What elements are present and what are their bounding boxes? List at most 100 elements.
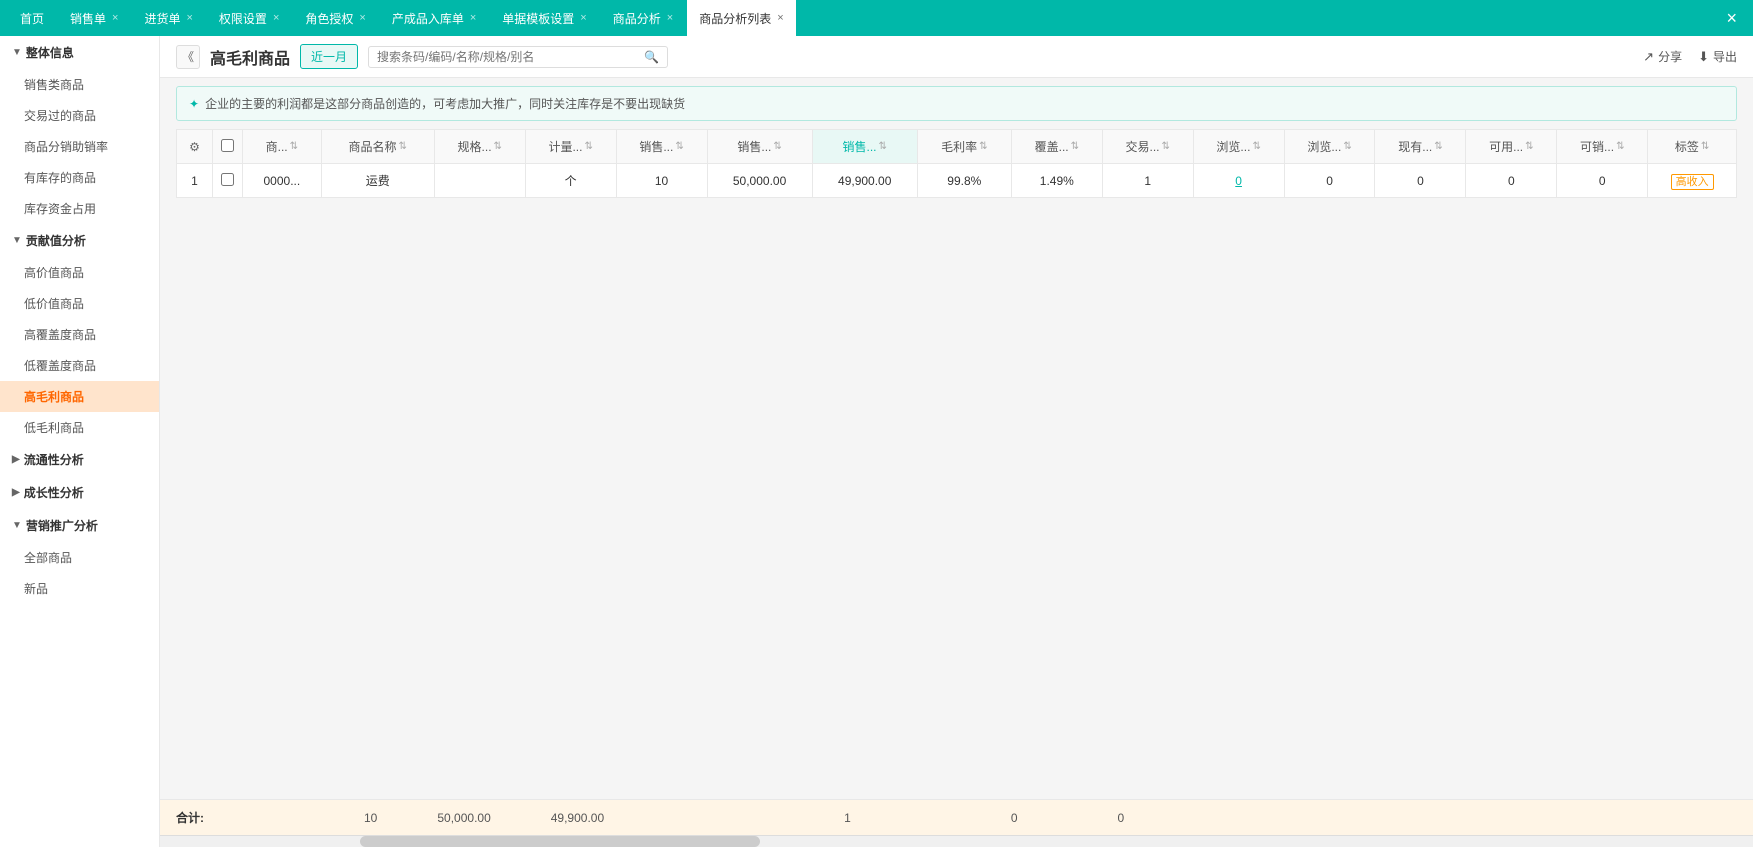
sidebar-item-low-coverage[interactable]: 低覆盖度商品 (0, 350, 159, 381)
search-icon[interactable]: 🔍 (644, 50, 659, 64)
nav-template-close[interactable]: × (580, 12, 586, 24)
sidebar-item-low-value[interactable]: 低价值商品 (0, 288, 159, 319)
sidebar-item-stock-capital[interactable]: 库存资金占用 (0, 193, 159, 224)
sort-transaction-icon[interactable]: ⇅ (1162, 141, 1170, 152)
col-unit[interactable]: 计量...⇅ (525, 130, 616, 164)
sort-browse2-icon[interactable]: ⇅ (1343, 141, 1351, 152)
sort-available-icon[interactable]: ⇅ (1525, 141, 1533, 152)
expand-arrow-growth: ▶ (12, 487, 20, 498)
sidebar-item-traded-goods[interactable]: 交易过的商品 (0, 100, 159, 131)
sidebar-item-sales-goods[interactable]: 销售类商品 (0, 69, 159, 100)
col-sales-amount[interactable]: 销售...⇅ (707, 130, 812, 164)
col-browse1[interactable]: 浏览...⇅ (1193, 130, 1284, 164)
nav-product-warehouse-close[interactable]: × (470, 12, 476, 24)
col-tag[interactable]: 标签⇅ (1648, 130, 1737, 164)
sort-code-icon[interactable]: ⇅ (290, 141, 298, 152)
nav-template[interactable]: 单据模板设置 × (490, 0, 598, 36)
nav-permission-close[interactable]: × (273, 12, 279, 24)
nav-product-analysis-list-close[interactable]: × (777, 12, 783, 24)
share-button[interactable]: ↗ 分享 (1643, 48, 1682, 65)
sidebar-item-in-stock[interactable]: 有库存的商品 (0, 162, 159, 193)
nav-product-warehouse-label: 产成品入库单 (392, 10, 464, 27)
sidebar-group-liquidity-label: 流通性分析 (24, 451, 84, 468)
col-checkbox[interactable] (213, 130, 243, 164)
share-icon: ↗ (1643, 49, 1654, 65)
nav-role-close[interactable]: × (359, 12, 365, 24)
sort-sales-amount-icon[interactable]: ⇅ (773, 141, 781, 152)
sidebar-item-new-goods[interactable]: 新品 (0, 573, 159, 604)
sort-name-icon[interactable]: ⇅ (399, 141, 407, 152)
row-checkbox[interactable] (221, 173, 234, 186)
sidebar-item-distribution-rate[interactable]: 商品分销助销率 (0, 131, 159, 162)
cell-checkbox[interactable] (213, 164, 243, 198)
sort-current-stock-icon[interactable]: ⇅ (1434, 141, 1442, 152)
nav-purchase-close[interactable]: × (186, 12, 192, 24)
nav-role[interactable]: 角色授权 × (293, 0, 377, 36)
footer-bar: 合计: 10 50,000.00 49,900.00 1 0 0 (160, 799, 1753, 835)
col-name[interactable]: 商品名称⇅ (321, 130, 434, 164)
col-settings[interactable]: ⚙ (177, 130, 213, 164)
nav-home[interactable]: 首页 (8, 0, 56, 36)
footer-current-stock: 0 (1011, 811, 1018, 825)
sort-coverage-icon[interactable]: ⇅ (1071, 141, 1079, 152)
select-all-checkbox[interactable] (221, 139, 234, 152)
sidebar-group-contribution[interactable]: ▼ 贡献值分析 (0, 224, 159, 257)
export-button[interactable]: ⬇ 导出 (1698, 48, 1737, 65)
col-available[interactable]: 可用...⇅ (1466, 130, 1557, 164)
sort-sales-qty-icon[interactable]: ⇅ (675, 141, 683, 152)
content-area: 《 高毛利商品 近一月 🔍 ↗ 分享 ⬇ 导出 ✦ 企业的主要的利润都是这部 (160, 36, 1753, 847)
sidebar-group-contribution-label: 贡献值分析 (26, 232, 86, 249)
bottom-scrollbar[interactable] (160, 835, 1753, 847)
sort-tag-icon[interactable]: ⇅ (1701, 141, 1709, 152)
tag-badge: 高收入 (1671, 174, 1714, 190)
sidebar-group-overall[interactable]: ▼ 整体信息 (0, 36, 159, 69)
col-code[interactable]: 商...⇅ (243, 130, 322, 164)
export-icon: ⬇ (1698, 49, 1709, 65)
col-sales-qty[interactable]: 销售...⇅ (616, 130, 707, 164)
cell-available: 0 (1466, 164, 1557, 198)
col-browse2[interactable]: 浏览...⇅ (1284, 130, 1375, 164)
sort-unit-icon[interactable]: ⇅ (584, 141, 592, 152)
nav-sales-close[interactable]: × (112, 12, 118, 24)
sort-sellable-icon[interactable]: ⇅ (1616, 141, 1624, 152)
collapse-sidebar-button[interactable]: 《 (176, 45, 200, 69)
col-spec[interactable]: 规格...⇅ (434, 130, 525, 164)
nav-product-analysis-close[interactable]: × (667, 12, 673, 24)
col-transaction[interactable]: 交易...⇅ (1102, 130, 1193, 164)
sort-gross-margin-icon[interactable]: ⇅ (979, 141, 987, 152)
col-sellable[interactable]: 可销...⇅ (1557, 130, 1648, 164)
nav-product-analysis[interactable]: 商品分析 × (601, 0, 685, 36)
sort-spec-icon[interactable]: ⇅ (494, 141, 502, 152)
filter-recent-month-button[interactable]: 近一月 (300, 44, 358, 69)
cell-gross-margin: 99.8% (917, 164, 1011, 198)
scrollbar-thumb[interactable] (360, 836, 760, 847)
sidebar-item-low-margin[interactable]: 低毛利商品 (0, 412, 159, 443)
cell-browse1[interactable]: 0 (1193, 164, 1284, 198)
nav-purchase[interactable]: 进货单 × (132, 0, 204, 36)
search-input[interactable] (377, 50, 638, 64)
sidebar-group-marketing[interactable]: ▼ 营销推广分析 (0, 509, 159, 542)
col-current-stock[interactable]: 现有...⇅ (1375, 130, 1466, 164)
nav-permission[interactable]: 权限设置 × (207, 0, 291, 36)
cell-sales-amount: 50,000.00 (707, 164, 812, 198)
nav-product-warehouse[interactable]: 产成品入库单 × (380, 0, 488, 36)
settings-icon[interactable]: ⚙ (189, 140, 200, 154)
col-sales-cost[interactable]: 销售...⇅ (812, 130, 917, 164)
nav-close-all[interactable]: × (1718, 8, 1745, 29)
cell-browse2: 0 (1284, 164, 1375, 198)
nav-template-label: 单据模板设置 (502, 10, 574, 27)
sort-sales-cost-icon[interactable]: ⇅ (879, 141, 887, 152)
sidebar-item-high-margin[interactable]: 高毛利商品 (0, 381, 159, 412)
sort-browse1-icon[interactable]: ⇅ (1252, 141, 1260, 152)
sidebar-item-high-coverage[interactable]: 高覆盖度商品 (0, 319, 159, 350)
search-box: 🔍 (368, 46, 668, 68)
sidebar-item-high-value[interactable]: 高价值商品 (0, 257, 159, 288)
footer-available: 0 (1118, 811, 1125, 825)
sidebar-group-growth[interactable]: ▶ 成长性分析 (0, 476, 159, 509)
sidebar-group-liquidity[interactable]: ▶ 流通性分析 (0, 443, 159, 476)
nav-sales[interactable]: 销售单 × (58, 0, 130, 36)
nav-product-analysis-list[interactable]: 商品分析列表 × (687, 0, 795, 36)
col-coverage[interactable]: 覆盖...⇅ (1011, 130, 1102, 164)
sidebar-item-all-goods[interactable]: 全部商品 (0, 542, 159, 573)
col-gross-margin[interactable]: 毛利率⇅ (917, 130, 1011, 164)
